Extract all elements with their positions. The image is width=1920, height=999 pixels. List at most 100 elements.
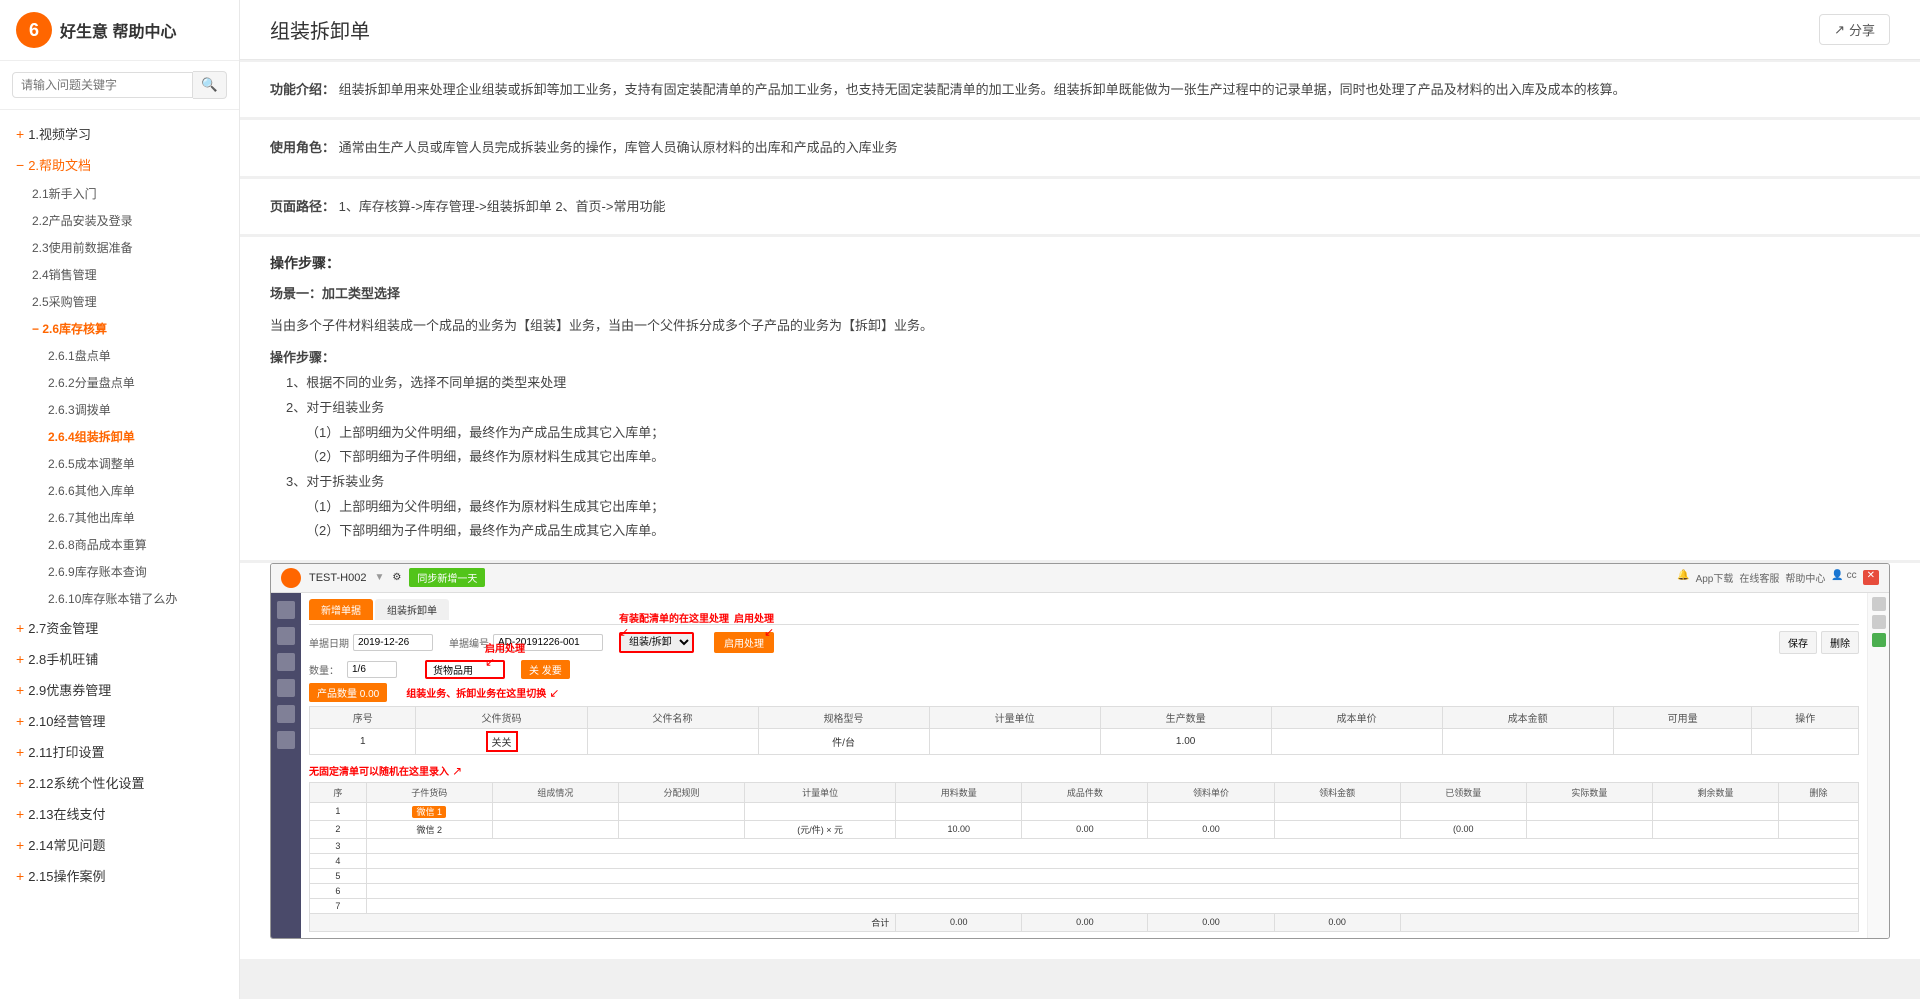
expand-icon-2: − <box>16 157 24 173</box>
role-text: 使用角色： 通常由生产人员或库管人员完成拆装业务的操作，库管人员确认原材料的出库… <box>270 136 1890 159</box>
sidebar-item-2-6-4[interactable]: 2.6.4组装拆卸单 <box>0 423 239 450</box>
sub-cell-2-11 <box>1526 820 1652 838</box>
sub-cell-1-3 <box>492 802 618 820</box>
sidebar-item-2-6-10[interactable]: 2.6.10库存账本错了么办 <box>0 585 239 612</box>
sub-cell-1-2: 微信 1 <box>366 802 492 820</box>
sub-cell-1-7 <box>1022 802 1148 820</box>
sidebar-item-2-6-5[interactable]: 2.6.5成本调整单 <box>0 450 239 477</box>
sidebar-item-2-6-6[interactable]: 2.6.6其他入库单 <box>0 477 239 504</box>
mock-tab-new[interactable]: 新增单据 <box>309 599 373 620</box>
sub-cell-1-9 <box>1274 802 1400 820</box>
mock-annotation-4-arrow: ↗ <box>452 764 462 778</box>
search-icon: 🔍 <box>201 77 218 92</box>
step3-1: （1）上部明细为父件明细，最终作为原材料生成其它出库单； <box>306 495 1890 520</box>
sidebar-item-2-6-9[interactable]: 2.6.9库存账本查询 <box>0 558 239 585</box>
mock-type-select[interactable]: 组装/拆卸 <box>619 632 694 653</box>
mock-center-label: 帮助中心 <box>1785 570 1825 585</box>
sidebar-item-2-14[interactable]: + 2.14常见问题 <box>0 829 239 860</box>
mock-form-header: 单据日期 单据编号 组装/拆卸 <box>309 631 1859 654</box>
sidebar-item-2-6-1[interactable]: 2.6.1盘点单 <box>0 342 239 369</box>
mock-sub-th-1: 序 <box>310 782 367 802</box>
mock-field-type: 组装/拆卸 有装配清单的在这里处理 ↙ 启用处理 <box>619 632 774 653</box>
mock-dropdown-arrow: ▼ <box>374 572 384 583</box>
mock-apply-btn[interactable]: 关 发要 <box>521 660 570 679</box>
sidebar-item-2-15-label: 2.15操作案例 <box>28 866 105 885</box>
mock-date-input[interactable] <box>353 634 433 651</box>
mock-delete-btn[interactable]: 删除 <box>1821 631 1859 654</box>
mock-sub-th-6: 用料数量 <box>896 782 1022 802</box>
sidebar-item-2-7[interactable]: + 2.7资金管理 <box>0 612 239 643</box>
sidebar-item-2-15[interactable]: + 2.15操作案例 <box>0 860 239 891</box>
mock-annotation-2: 组装业务、拆卸业务在这里切换 <box>406 689 546 700</box>
sidebar-item-2-11[interactable]: + 2.11打印设置 <box>0 736 239 767</box>
r7-rest <box>366 898 1858 913</box>
r4-rest <box>366 853 1858 868</box>
sidebar-item-2-3[interactable]: 2.3使用前数据准备 <box>0 234 239 261</box>
mock-th-6: 生产数量 <box>1100 706 1271 728</box>
sidebar-item-2-13[interactable]: + 2.13在线支付 <box>0 798 239 829</box>
mock-company: TEST-H002 <box>309 572 366 584</box>
sub-cell-1-12 <box>1652 802 1778 820</box>
mock-qty-input[interactable] <box>347 661 397 678</box>
mock-handle-button[interactable]: 启用处理 <box>714 632 774 653</box>
search-button[interactable]: 🔍 <box>193 71 227 99</box>
sidebar-item-2-10[interactable]: + 2.10经营管理 <box>0 705 239 736</box>
mock-right-icon-2 <box>1872 615 1886 629</box>
mock-sub-th-3: 组成情况 <box>492 782 618 802</box>
share-button[interactable]: ↗ 分享 <box>1819 14 1890 45</box>
mock-tab-other[interactable]: 组装拆卸单 <box>375 599 449 620</box>
mock-right-icon-3 <box>1872 633 1886 647</box>
mock-annotation-2-arrow: ↙ <box>549 686 559 700</box>
footer-v2: 0.00 <box>1022 913 1148 931</box>
mock-sub-th-11: 实际数量 <box>1526 782 1652 802</box>
step3-2: （2）下部明细为子件明细，最终作为产成品生成其它入库单。 <box>306 519 1890 544</box>
sidebar-item-2-1[interactable]: 2.1新手入门 <box>0 180 239 207</box>
sidebar-item-2-4[interactable]: 2.4销售管理 <box>0 261 239 288</box>
sidebar-item-2-10-label: 2.10经营管理 <box>28 711 105 730</box>
sidebar-item-2-5[interactable]: 2.5采购管理 <box>0 288 239 315</box>
sidebar-item-2-6-3[interactable]: 2.6.3调拨单 <box>0 396 239 423</box>
mock-nav-icon-4 <box>277 679 295 697</box>
mock-sub-row: 数量： 启用处理 ↙ 关 发要 <box>309 660 1859 679</box>
sidebar-item-1[interactable]: + 1.视频学习 <box>0 118 239 149</box>
sidebar-item-2-8[interactable]: + 2.8手机旺铺 <box>0 643 239 674</box>
r5-1: 5 <box>310 868 367 883</box>
sidebar-item-2-6-7[interactable]: 2.6.7其他出库单 <box>0 504 239 531</box>
share-icon: ↗ <box>1834 22 1845 38</box>
sub-cell-2-6: 10.00 <box>896 820 1022 838</box>
mock-th-1: 序号 <box>310 706 416 728</box>
footer-label: 合计 <box>310 913 896 931</box>
sidebar-item-2-12[interactable]: + 2.12系统个性化设置 <box>0 767 239 798</box>
sidebar-item-2-6-8[interactable]: 2.6.8商品成本重算 <box>0 531 239 558</box>
sidebar-header: 6 好生意 帮助中心 <box>0 0 239 61</box>
r6-1: 6 <box>310 883 367 898</box>
mock-goods-input[interactable] <box>425 660 505 679</box>
sidebar-item-2-9[interactable]: + 2.9优惠券管理 <box>0 674 239 705</box>
sub-cell-1-5 <box>745 802 896 820</box>
mock-user-icon: 👤 cc <box>1831 570 1856 585</box>
sidebar-item-2-2[interactable]: 2.2产品安装及登录 <box>0 207 239 234</box>
mock-orange-bar: 产品数量 0.00 <box>309 683 387 702</box>
mock-status-badge: 同步新增一天 <box>409 568 485 587</box>
table-row: 2 微信 2 (元/件) × 元 10.00 0.00 0.00 <box>310 820 1859 838</box>
mock-form-area: 新增单据 组装拆卸单 单据日期 单据编号 <box>301 593 1867 938</box>
mock-sub-th-10: 已领数量 <box>1400 782 1526 802</box>
cell-name <box>587 728 758 754</box>
page-title: 组装拆卸单 <box>270 15 370 44</box>
mock-save-btn[interactable]: 保存 <box>1779 631 1817 654</box>
mock-th-7: 成本单价 <box>1271 706 1442 728</box>
mock-sub-table-header-row: 序 子件货码 组成情况 分配规则 计量单位 用料数量 成品件数 领料单价 领料金 <box>310 782 1859 802</box>
sidebar-item-2-6[interactable]: − 2.6库存核算 <box>0 315 239 342</box>
sidebar-item-2-6-2[interactable]: 2.6.2分量盘点单 <box>0 369 239 396</box>
expand-icon-2-12: + <box>16 775 24 791</box>
mock-annotation-4: 无固定清单可以随机在这里录入 <box>309 767 449 778</box>
sidebar-item-2-11-label: 2.11打印设置 <box>28 742 104 761</box>
mock-no-input[interactable] <box>493 634 603 651</box>
mock-sub-th-7: 成品件数 <box>1022 782 1148 802</box>
search-input[interactable] <box>12 72 193 98</box>
mock-th-2: 父件货码 <box>416 706 587 728</box>
sub-cell-1-6 <box>896 802 1022 820</box>
sidebar-item-2[interactable]: − 2.帮助文档 <box>0 149 239 180</box>
r5-rest <box>366 868 1858 883</box>
nav-tree: + 1.视频学习 − 2.帮助文档 2.1新手入门 2.2产品安装及登录 2.3… <box>0 110 239 999</box>
